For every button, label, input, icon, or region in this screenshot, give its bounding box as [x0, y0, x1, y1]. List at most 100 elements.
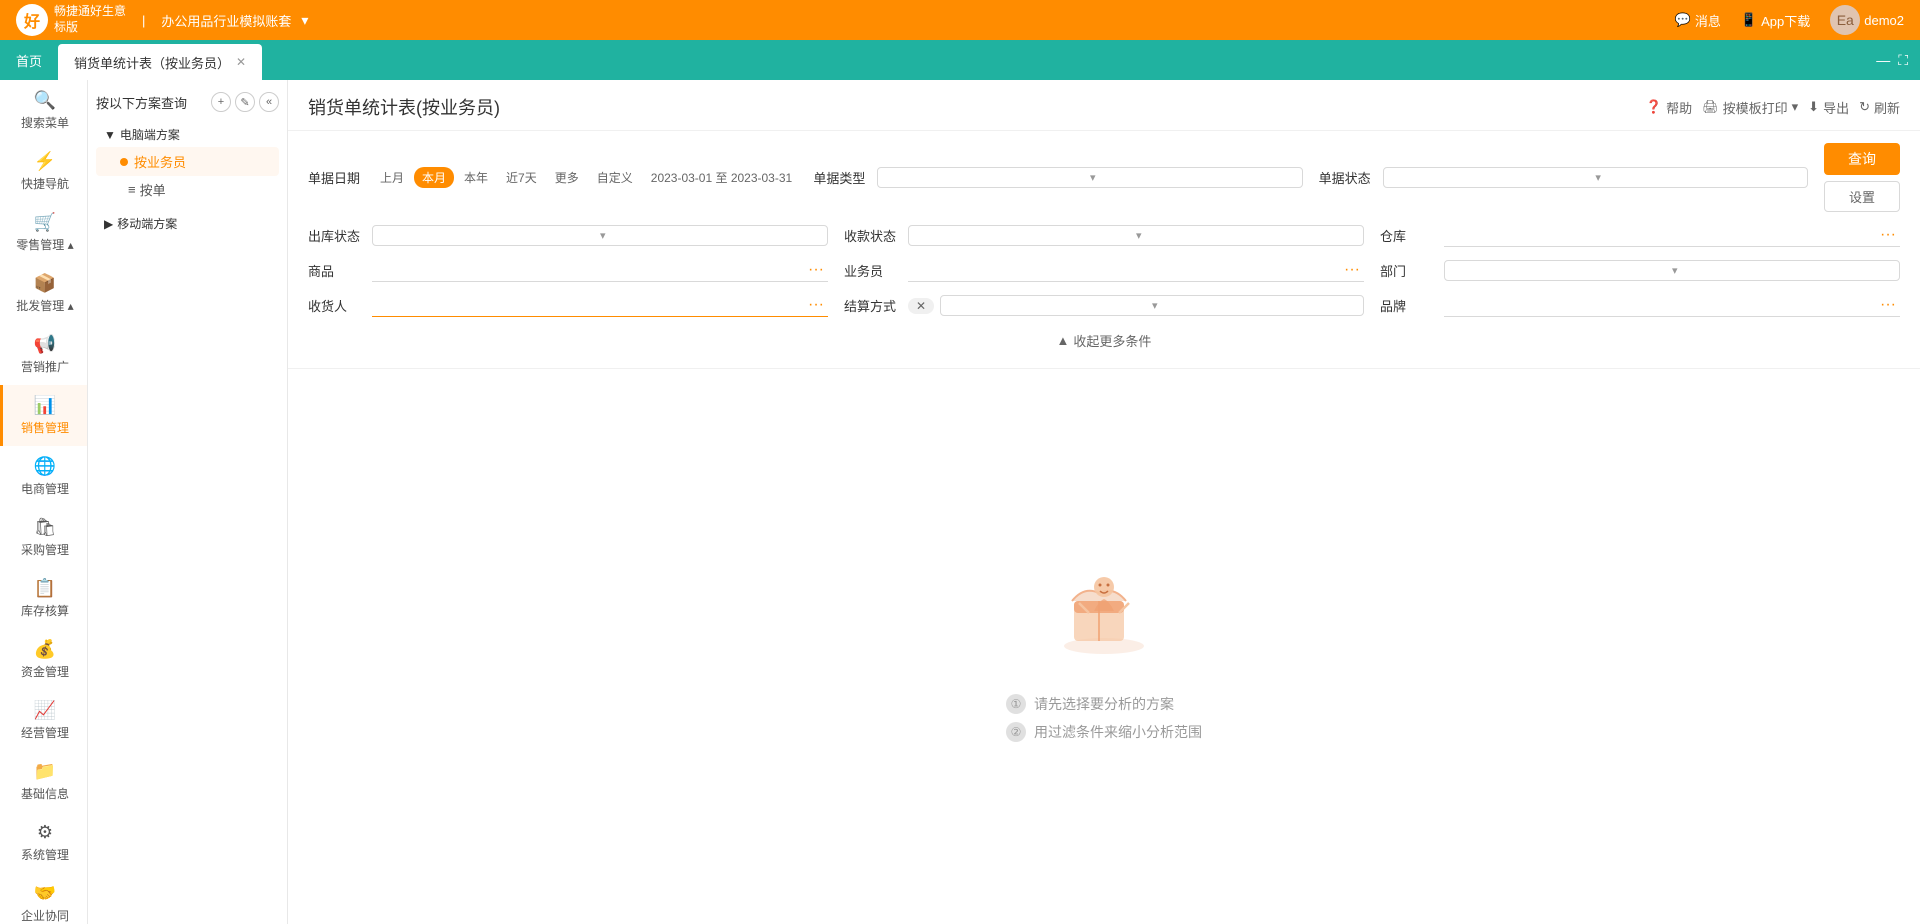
retail-icon: 🛒 — [7, 212, 83, 233]
consignee-input[interactable]: ··· — [372, 294, 828, 317]
scheme-item-salesman[interactable]: 按业务员 — [96, 147, 279, 176]
settlement-select[interactable]: ▾ — [940, 295, 1364, 316]
receipt-status-label: 收款状态 — [844, 226, 900, 245]
sidebar-item-marketing[interactable]: 📢 营销推广 — [0, 324, 87, 385]
date-tab-last-month[interactable]: 上月 — [372, 167, 412, 188]
goods-dots[interactable]: ··· — [808, 261, 824, 279]
brand-input[interactable]: ··· — [1444, 294, 1900, 317]
setting-btn[interactable]: 设置 — [1824, 181, 1900, 212]
dept-select[interactable]: ▾ — [1444, 260, 1900, 281]
goods-input-field[interactable] — [376, 263, 804, 278]
tip-row-2: ② 用过滤条件来缩小分析范围 — [1006, 722, 1202, 742]
filter-row-2: 出库状态 ▾ 收款状态 ▾ — [308, 224, 1900, 247]
brand-input-field[interactable] — [1448, 298, 1876, 313]
refresh-btn[interactable]: ↻ 刷新 — [1859, 98, 1900, 117]
query-btn-area: 查询 设置 — [1824, 143, 1900, 212]
sidebar-item-retail[interactable]: 🛒 零售管理 ▴ — [0, 202, 87, 263]
export-btn[interactable]: ⬇ 导出 — [1808, 98, 1849, 117]
doc-type-select[interactable]: ▾ — [877, 167, 1302, 188]
print-btn[interactable]: 🖨 按模板打印 ▾ — [1702, 98, 1798, 117]
filter-row-1: 单据日期 上月 本月 本年 近7天 更多 自定义 20 — [308, 143, 1900, 212]
filter-row-3: 商品 ··· 业务员 ··· — [308, 259, 1900, 282]
logo-text: 畅捷通好生意 标版 — [54, 4, 126, 35]
window-min-btn[interactable]: — — [1876, 52, 1890, 69]
warehouse-dots[interactable]: ··· — [1880, 226, 1896, 244]
sidebar-item-wholesale[interactable]: 📦 批发管理 ▴ — [0, 263, 87, 324]
message-btn[interactable]: 💬 消息 — [1675, 11, 1721, 30]
main-actions: ❓ 帮助 🖨 按模板打印 ▾ ⬇ 导出 ↻ — [1646, 98, 1900, 117]
left-panel-actions: + ✎ « — [211, 92, 279, 112]
scheme-group-label: ▼ 电脑端方案 — [96, 122, 279, 147]
sidebar-item-search[interactable]: 🔍 搜索菜单 — [0, 80, 87, 141]
out-status-select[interactable]: ▾ — [372, 225, 828, 246]
doc-type-label: 单据类型 — [813, 168, 869, 187]
consignee-dots[interactable]: ··· — [808, 296, 824, 314]
date-tab-more[interactable]: 更多 — [547, 167, 587, 188]
date-tab-this-year[interactable]: 本年 — [456, 167, 496, 188]
sidebar-item-ecommerce[interactable]: 🌐 电商管理 — [0, 446, 87, 507]
content-area: 按以下方案查询 + ✎ « ▼ 电脑端方案 按业务员 — [88, 80, 1920, 924]
user-area[interactable]: Ea demo2 — [1830, 5, 1904, 35]
avatar: Ea — [1830, 5, 1860, 35]
tip-text-2: 用过滤条件来缩小分析范围 — [1034, 722, 1202, 742]
salesman-dots[interactable]: ··· — [1344, 261, 1360, 279]
sidebar-item-basic[interactable]: 📁 基础信息 — [0, 751, 87, 812]
warehouse-input-field[interactable] — [1448, 228, 1876, 243]
goods-input[interactable]: ··· — [372, 259, 828, 282]
ecommerce-icon: 🌐 — [7, 456, 83, 477]
sidebar-item-quick[interactable]: ⚡ 快捷导航 — [0, 141, 87, 202]
warehouse-input[interactable]: ··· — [1444, 224, 1900, 247]
subtitle-dropdown[interactable]: ▾ — [301, 12, 308, 29]
main-header: 销货单统计表(按业务员) ❓ 帮助 🖨 按模板打印 ▾ ⬇ — [288, 80, 1920, 131]
consignee-input-field[interactable] — [376, 298, 804, 313]
collapse-btn[interactable]: ▲ 收起更多条件 — [308, 325, 1900, 356]
sidebar-item-finance[interactable]: 💰 资金管理 — [0, 629, 87, 690]
sidebar-item-sales[interactable]: 📊 销售管理 — [0, 385, 87, 446]
sidebar-item-inventory[interactable]: 📋 库存核算 — [0, 568, 87, 629]
tab-home[interactable]: 首页 — [0, 40, 58, 80]
collapse-panel-btn[interactable]: « — [259, 92, 279, 112]
scheme-expand-icon: ▼ — [104, 128, 116, 142]
dept-label: 部门 — [1380, 261, 1436, 280]
salesman-label: 业务员 — [844, 261, 900, 280]
help-btn[interactable]: ❓ 帮助 — [1646, 98, 1692, 117]
tab-sales-stat[interactable]: 销货单统计表（按业务员） ✕ — [58, 44, 262, 80]
brand-dots[interactable]: ··· — [1880, 296, 1896, 314]
brand-label: 品牌 — [1380, 296, 1436, 315]
filter-doc-type-cell: 单据类型 ▾ — [813, 167, 1302, 188]
empty-state: ① 请先选择要分析的方案 ② 用过滤条件来缩小分析范围 — [288, 369, 1920, 924]
mobile-expand-icon: ▶ — [104, 217, 113, 231]
date-tab-this-month[interactable]: 本月 — [414, 167, 454, 188]
window-controls: — ⛶ — [1876, 52, 1920, 69]
settlement-tag-x[interactable]: ✕ — [916, 299, 926, 313]
sidebar-item-system[interactable]: ⚙ 系统管理 — [0, 812, 87, 873]
filter-doc-status-cell: 单据状态 ▾ — [1319, 167, 1808, 188]
wholesale-icon: 📦 — [7, 273, 83, 294]
edit-scheme-btn[interactable]: ✎ — [235, 92, 255, 112]
add-scheme-btn[interactable]: + — [211, 92, 231, 112]
left-panel-header: 按以下方案查询 + ✎ « — [96, 92, 279, 112]
salesman-input-field[interactable] — [912, 263, 1340, 278]
app-download-btn[interactable]: 📱 App下载 — [1741, 11, 1810, 30]
date-tab-last7[interactable]: 近7天 — [498, 167, 545, 188]
settlement-tag[interactable]: ✕ — [908, 298, 934, 314]
doc-status-select[interactable]: ▾ — [1383, 167, 1808, 188]
doc-type-chevron: ▾ — [1090, 171, 1294, 184]
sidebar-item-purchase[interactable]: 🛍 采购管理 — [0, 507, 87, 568]
salesman-input[interactable]: ··· — [908, 259, 1364, 282]
query-btn[interactable]: 查询 — [1824, 143, 1900, 175]
scheme-dot — [120, 158, 128, 166]
filter-salesman-cell: 业务员 ··· — [844, 259, 1364, 282]
date-tab-custom[interactable]: 自定义 — [589, 167, 641, 188]
left-panel-title: 按以下方案查询 — [96, 93, 187, 112]
tab-close-icon[interactable]: ✕ — [236, 55, 246, 69]
help-icon: ❓ — [1646, 99, 1662, 115]
empty-illustration — [1044, 551, 1164, 674]
receipt-status-select[interactable]: ▾ — [908, 225, 1364, 246]
scheme-sub-order[interactable]: ≡ 按单 — [96, 176, 279, 203]
goods-label: 商品 — [308, 261, 364, 280]
window-max-btn[interactable]: ⛶ — [1898, 52, 1908, 69]
sidebar-item-operation[interactable]: 📈 经营管理 — [0, 690, 87, 751]
sidebar-item-coop[interactable]: 🤝 企业协同 — [0, 873, 87, 924]
filter-consignee-cell: 收货人 ··· — [308, 294, 828, 317]
